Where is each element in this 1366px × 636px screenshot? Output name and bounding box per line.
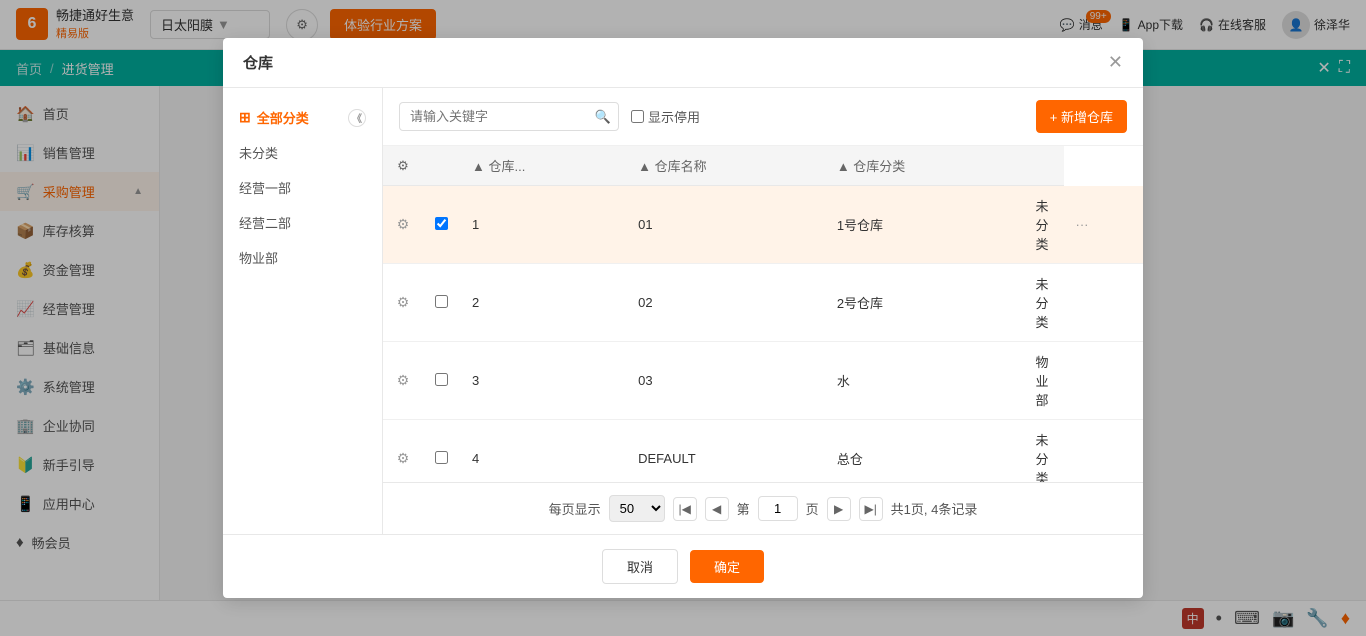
row-name-cell: 1号仓库	[825, 186, 1024, 264]
table-row[interactable]: ⚙ 3 03 水 物业部	[383, 342, 1143, 420]
all-categories-label: 全部分类	[257, 108, 309, 127]
page-number-input[interactable]	[758, 496, 798, 521]
col-name: ▲ 仓库名称	[626, 146, 825, 186]
row-checkbox[interactable]	[435, 217, 448, 230]
row-name-cell: 总仓	[825, 420, 1024, 483]
confirm-button[interactable]: 确定	[690, 550, 764, 583]
row-name-cell: 水	[825, 342, 1024, 420]
table-row[interactable]: ⚙ 4 DEFAULT 总仓 未分类	[383, 420, 1143, 483]
row-more-cell	[1064, 342, 1144, 420]
modal-footer: 取消 确定	[223, 534, 1143, 598]
page-label: 页	[806, 499, 819, 518]
row-category-cell: 物业部	[1024, 342, 1064, 420]
total-info: 共1页, 4条记录	[891, 499, 978, 518]
row-num-cell: 1	[460, 186, 626, 264]
show-disabled-label: 显示停用	[631, 107, 700, 126]
row-more-cell	[1064, 264, 1144, 342]
row-check-cell	[423, 186, 460, 264]
row-num-cell: 4	[460, 420, 626, 483]
cat-item-unclassified[interactable]: 未分类	[223, 135, 382, 170]
show-disabled-checkbox[interactable]	[631, 110, 644, 123]
row-more-cell: ···	[1064, 186, 1144, 264]
col-code: ▲ 仓库...	[460, 146, 626, 186]
row-code-cell: 03	[626, 342, 825, 420]
table-row[interactable]: ⚙ 1 01 1号仓库 未分类 ···	[383, 186, 1143, 264]
row-checkbox[interactable]	[435, 373, 448, 386]
modal-body: ⊞ 全部分类 《 未分类 经营一部 经营二部 物业部 🔍	[223, 88, 1143, 534]
modal-close-button[interactable]: ✕	[1108, 52, 1123, 73]
col-gear: ⚙	[383, 146, 423, 186]
row-gear-icon[interactable]: ⚙	[397, 216, 410, 232]
row-checkbox[interactable]	[435, 295, 448, 308]
search-input[interactable]	[399, 102, 619, 131]
search-icon[interactable]: 🔍	[595, 109, 611, 125]
last-page-button[interactable]: ▶|	[859, 497, 883, 521]
cat-item-property[interactable]: 物业部	[223, 240, 382, 275]
next-page-button[interactable]: ▶	[827, 497, 851, 521]
modal-overlay: 仓库 ✕ ⊞ 全部分类 《 未分类 经营一部 经营二部 物业部	[0, 0, 1366, 636]
modal-title: 仓库	[243, 52, 273, 73]
search-wrap: 🔍	[399, 102, 619, 131]
row-code-cell: 01	[626, 186, 825, 264]
table-row[interactable]: ⚙ 2 02 2号仓库 未分类	[383, 264, 1143, 342]
row-code-cell: 02	[626, 264, 825, 342]
show-disabled-text: 显示停用	[648, 107, 700, 126]
row-gear-icon[interactable]: ⚙	[397, 294, 410, 310]
row-code-cell: DEFAULT	[626, 420, 825, 483]
row-gear-icon[interactable]: ⚙	[397, 372, 410, 388]
modal-right-panel: 🔍 显示停用 + 新增仓库 ⚙	[383, 88, 1143, 534]
warehouse-modal: 仓库 ✕ ⊞ 全部分类 《 未分类 经营一部 经营二部 物业部	[223, 38, 1143, 598]
row-check-cell	[423, 342, 460, 420]
row-category-cell: 未分类	[1024, 186, 1064, 264]
row-name-cell: 2号仓库	[825, 264, 1024, 342]
modal-toolbar: 🔍 显示停用 + 新增仓库	[383, 88, 1143, 146]
row-more-cell	[1064, 420, 1144, 483]
row-check-cell	[423, 264, 460, 342]
row-gear-cell: ⚙	[383, 342, 423, 420]
cat-item-operations2[interactable]: 经营二部	[223, 205, 382, 240]
page-size-select[interactable]: 50 10 20 100	[609, 495, 665, 522]
cat-item-operations1[interactable]: 经营一部	[223, 170, 382, 205]
row-more-button[interactable]: ···	[1076, 217, 1089, 232]
row-gear-cell: ⚙	[383, 264, 423, 342]
modal-pagination: 每页显示 50 10 20 100 |◀ ◀ 第 页 ▶ ▶| 共1页, 4条记…	[383, 482, 1143, 534]
col-actions	[1024, 146, 1064, 186]
row-checkbox[interactable]	[435, 451, 448, 464]
modal-header: 仓库 ✕	[223, 38, 1143, 88]
row-num-cell: 2	[460, 264, 626, 342]
cancel-button[interactable]: 取消	[602, 549, 678, 584]
per-page-label: 每页显示	[549, 499, 601, 518]
all-categories-header[interactable]: ⊞ 全部分类 《	[223, 100, 382, 135]
row-num-cell: 3	[460, 342, 626, 420]
col-check	[423, 146, 460, 186]
add-warehouse-button[interactable]: + 新增仓库	[1036, 100, 1127, 133]
prev-page-button[interactable]: ◀	[705, 497, 729, 521]
row-gear-cell: ⚙	[383, 186, 423, 264]
grid-icon: ⊞	[239, 109, 251, 126]
row-check-cell	[423, 420, 460, 483]
row-gear-cell: ⚙	[383, 420, 423, 483]
row-category-cell: 未分类	[1024, 420, 1064, 483]
row-gear-icon[interactable]: ⚙	[397, 450, 410, 466]
page-text: 第	[737, 499, 750, 518]
collapse-sidebar-button[interactable]: 《	[348, 109, 366, 127]
category-sidebar: ⊞ 全部分类 《 未分类 经营一部 经营二部 物业部	[223, 88, 383, 534]
table-header-row: ⚙ ▲ 仓库... ▲ 仓库名称 ▲ 仓库分类	[383, 146, 1143, 186]
first-page-button[interactable]: |◀	[673, 497, 697, 521]
col-category: ▲ 仓库分类	[825, 146, 1024, 186]
row-category-cell: 未分类	[1024, 264, 1064, 342]
warehouse-table: ⚙ ▲ 仓库... ▲ 仓库名称 ▲ 仓库分类	[383, 146, 1143, 482]
